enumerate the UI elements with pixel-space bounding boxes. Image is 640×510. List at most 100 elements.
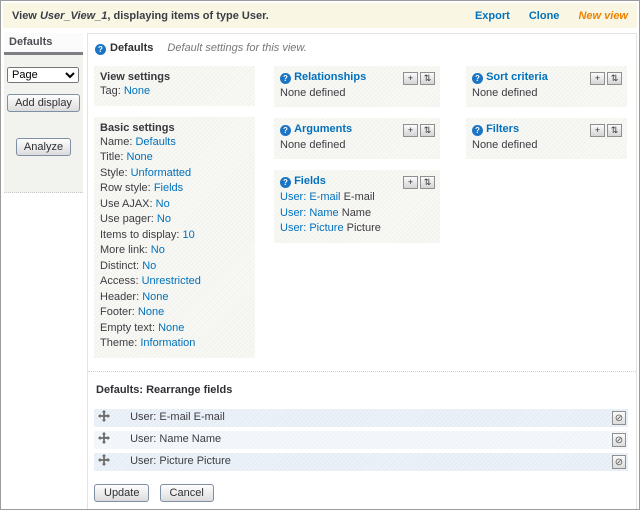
setting-value-link[interactable]: Fields xyxy=(154,182,183,194)
add-icon[interactable]: + xyxy=(403,72,418,85)
rearrange-icon[interactable]: ⇅ xyxy=(607,72,622,85)
setting-value-link[interactable]: No xyxy=(151,244,165,256)
setting-value-link[interactable]: None xyxy=(127,151,153,163)
arguments-empty: None defined xyxy=(280,139,346,151)
setting-label: Use pager: xyxy=(100,213,154,225)
display-controls: Page Add display Analyze xyxy=(4,55,83,193)
help-icon[interactable]: ? xyxy=(280,177,291,188)
tag-value-link[interactable]: None xyxy=(124,85,150,97)
display-description: Default settings for this view. xyxy=(167,42,307,54)
add-icon[interactable]: + xyxy=(403,176,418,189)
setting-value-link[interactable]: Unrestricted xyxy=(142,275,201,287)
setting-row: Empty text: None xyxy=(100,321,250,337)
arguments-ops: + ⇅ xyxy=(401,124,435,137)
view-settings-box: View settings Tag: None xyxy=(94,66,255,106)
field-label: E-mail xyxy=(343,191,375,203)
analyze-button[interactable]: Analyze xyxy=(15,138,72,156)
relationships-box: + ⇅ ? Relationships None defined xyxy=(274,66,440,107)
sort-criteria-ops: + ⇅ xyxy=(588,72,622,85)
settings-column-3: + ⇅ ? Sort criteria None defined + ⇅ ? Fil… xyxy=(466,66,627,170)
field-label: Picture xyxy=(346,222,381,234)
drag-icon[interactable] xyxy=(98,453,110,466)
setting-label: Access: xyxy=(100,275,139,287)
setting-value-link[interactable]: None xyxy=(158,322,184,334)
setting-value-link[interactable]: No xyxy=(142,260,156,272)
setting-label: Name: xyxy=(100,135,133,148)
field-row: User: Name Name xyxy=(280,206,435,222)
add-icon[interactable]: + xyxy=(403,124,418,137)
setting-label: Header: xyxy=(100,290,140,303)
setting-row: Header: None xyxy=(100,290,250,306)
field-row: User: Picture Picture xyxy=(280,221,435,237)
setting-label: Title: xyxy=(100,151,124,163)
field-link[interactable]: User: Name xyxy=(280,207,339,219)
fields-title-link[interactable]: Fields xyxy=(294,175,326,187)
arguments-title-link[interactable]: Arguments xyxy=(294,123,352,135)
setting-label: Footer: xyxy=(100,306,135,318)
field-link[interactable]: User: Picture xyxy=(280,222,344,234)
sort-criteria-title-link[interactable]: Sort criteria xyxy=(486,71,548,83)
tab-defaults[interactable]: Defaults xyxy=(4,33,83,55)
rearrange-title: Defaults: Rearrange fields xyxy=(96,383,233,396)
drag-icon[interactable] xyxy=(98,431,110,444)
setting-label: More link: xyxy=(100,244,148,256)
setting-value-link[interactable]: None xyxy=(142,291,168,303)
rearrange-row-label: User: Picture Picture xyxy=(130,454,231,467)
setting-value-link[interactable]: Defaults xyxy=(135,136,175,148)
fields-box: + ⇅ ? Fields User: E-mail E-mail User: Na… xyxy=(274,170,440,243)
setting-row: Name: Defaults xyxy=(100,135,250,151)
rearrange-section: Defaults: Rearrange fields ⊘ User: E-mai… xyxy=(94,384,628,502)
drag-icon[interactable] xyxy=(98,409,110,422)
remove-icon[interactable]: ⊘ xyxy=(612,454,626,469)
setting-value-link[interactable]: None xyxy=(138,306,164,318)
view-settings-header: View settings xyxy=(100,71,250,83)
add-icon[interactable]: + xyxy=(590,72,605,85)
views-ui-page: View User_View_1, displaying items of ty… xyxy=(0,0,640,510)
setting-value-link[interactable]: Unformatted xyxy=(131,167,192,179)
setting-value-link[interactable]: No xyxy=(156,198,170,210)
setting-value-link[interactable]: Information xyxy=(140,337,195,349)
relationships-empty: None defined xyxy=(280,87,346,99)
view-settings-title: View settings xyxy=(100,71,171,83)
basic-settings-box: Basic settings Name: Defaults Title: Non… xyxy=(94,116,255,358)
rearrange-icon[interactable]: ⇅ xyxy=(420,124,435,137)
views-workspace: Defaults Page Add display Analyze ? Defau… xyxy=(3,33,637,509)
rearrange-row-label: User: E-mail E-mail xyxy=(130,410,225,423)
filters-title-link[interactable]: Filters xyxy=(486,123,519,135)
relationships-title-link[interactable]: Relationships xyxy=(294,71,366,83)
help-icon[interactable]: ? xyxy=(472,125,483,136)
rearrange-row: ⊘ User: Name Name xyxy=(94,430,628,449)
setting-value-link[interactable]: No xyxy=(157,213,171,225)
remove-icon[interactable]: ⊘ xyxy=(612,410,626,425)
export-link[interactable]: Export xyxy=(475,10,510,22)
setting-value-link[interactable]: 10 xyxy=(183,229,195,241)
new-view-link[interactable]: New view xyxy=(578,10,628,22)
setting-label: Distinct: xyxy=(100,259,140,272)
arguments-header: + ⇅ ? Arguments xyxy=(280,123,435,137)
relationships-ops: + ⇅ xyxy=(401,72,435,85)
basic-settings-header: Basic settings xyxy=(100,122,250,134)
display-type-select[interactable]: Page xyxy=(7,67,79,83)
cancel-button[interactable]: Cancel xyxy=(159,483,214,502)
display-settings-panel: ? Defaults Default settings for this view.… xyxy=(87,33,637,509)
rearrange-icon[interactable]: ⇅ xyxy=(420,72,435,85)
help-icon[interactable]: ? xyxy=(95,44,106,55)
help-icon[interactable]: ? xyxy=(280,73,291,84)
update-button[interactable]: Update xyxy=(94,483,150,502)
rearrange-icon[interactable]: ⇅ xyxy=(420,176,435,189)
remove-icon[interactable]: ⊘ xyxy=(612,432,626,447)
help-icon[interactable]: ? xyxy=(472,73,483,84)
help-icon[interactable]: ? xyxy=(280,125,291,136)
field-link[interactable]: User: E-mail xyxy=(280,191,341,203)
setting-row: Distinct: No xyxy=(100,259,250,275)
display-header: ? Defaults Default settings for this view. xyxy=(95,42,628,55)
basic-settings-title: Basic settings xyxy=(100,121,175,134)
rearrange-icon[interactable]: ⇅ xyxy=(607,124,622,137)
clone-link[interactable]: Clone xyxy=(529,10,560,22)
setting-row: Use pager: No xyxy=(100,212,250,228)
field-row: User: E-mail E-mail xyxy=(280,190,435,206)
add-display-button[interactable]: Add display xyxy=(7,94,80,112)
add-icon[interactable]: + xyxy=(590,124,605,137)
settings-columns: View settings Tag: None Basic settings N… xyxy=(94,66,628,369)
setting-row: Theme: Information xyxy=(100,336,250,352)
